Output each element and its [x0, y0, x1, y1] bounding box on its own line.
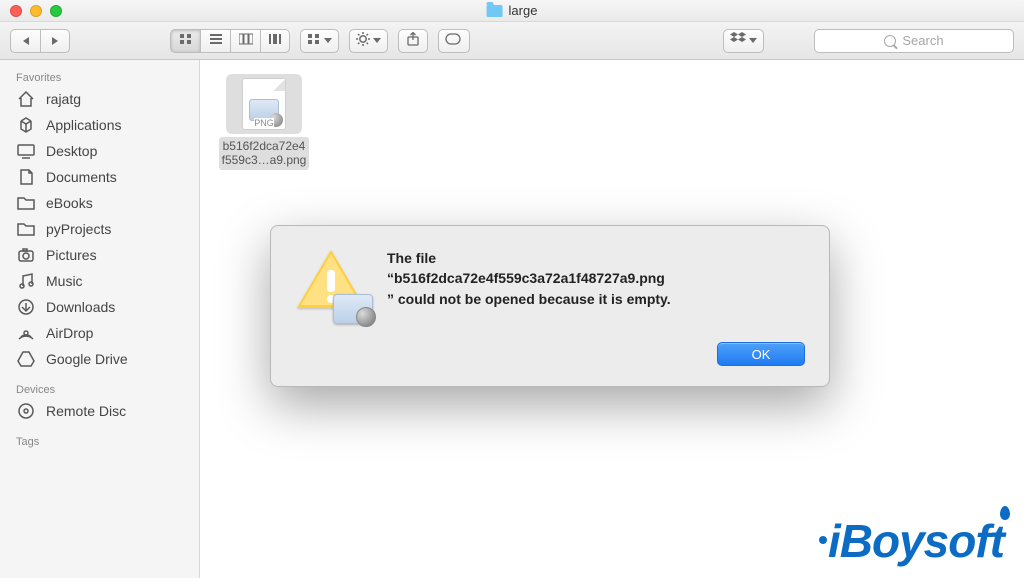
sidebar-item-remotedisc[interactable]: Remote Disc [0, 398, 199, 424]
sidebar-header-tags: Tags [0, 432, 199, 450]
applications-icon [16, 116, 36, 134]
file-name-line: b516f2dca72e4 [223, 139, 306, 153]
folder-icon [487, 5, 503, 17]
file-name: b516f2dca72e4 f559c3…a9.png [219, 137, 310, 170]
sidebar-item-downloads[interactable]: Downloads [0, 294, 199, 320]
nav-buttons [10, 29, 70, 53]
list-view-icon [209, 33, 223, 48]
window-title: large [487, 3, 538, 18]
sidebar-item-label: Google Drive [46, 351, 128, 367]
share-icon [406, 32, 420, 49]
desktop-icon [16, 142, 36, 160]
chevron-down-icon [749, 38, 757, 43]
search-icon [884, 35, 896, 47]
airdrop-icon [16, 324, 36, 342]
forward-button[interactable] [40, 29, 70, 53]
dropbox-icon [730, 32, 746, 49]
googledrive-icon [16, 350, 36, 368]
sidebar-item-documents[interactable]: Documents [0, 164, 199, 190]
gear-icon [356, 32, 370, 49]
file-ext-label: PNG [254, 118, 274, 129]
fullscreen-window-button[interactable] [50, 5, 62, 17]
column-view-icon [239, 33, 253, 48]
documents-icon [16, 168, 36, 186]
file-item[interactable]: PNG b516f2dca72e4 f559c3…a9.png [214, 74, 314, 170]
view-icon-button[interactable] [170, 29, 200, 53]
warning-icon [295, 248, 367, 320]
alert-line: ” could not be opened because it is empt… [387, 291, 671, 307]
search-placeholder: Search [902, 33, 943, 48]
sidebar-item-label: Applications [46, 117, 122, 133]
view-column-button[interactable] [230, 29, 260, 53]
alert-line: The file [387, 250, 436, 266]
sidebar-item-label: eBooks [46, 195, 93, 211]
ok-button[interactable]: OK [717, 342, 805, 366]
watermark-text: iBoyso [828, 514, 975, 568]
sidebar-item-googledrive[interactable]: Google Drive [0, 346, 199, 372]
traffic-lights [10, 5, 62, 17]
ok-button-label: OK [752, 347, 771, 362]
chevron-right-icon [52, 37, 58, 45]
folder-icon [16, 194, 36, 212]
alert-dialog: The file “b516f2dca72e4f559c3a72a1f48727… [270, 225, 830, 387]
alert-message: The file “b516f2dca72e4f559c3a72a1f48727… [387, 248, 671, 320]
watermark-logo: iBoyso ft [818, 514, 1004, 568]
file-thumbnail: PNG [226, 74, 302, 134]
chevron-down-icon [324, 38, 332, 43]
chevron-left-icon [23, 37, 29, 45]
back-button[interactable] [10, 29, 40, 53]
toolbar: Search [0, 22, 1024, 60]
dropbox-button[interactable] [723, 29, 764, 53]
preview-app-icon [333, 294, 373, 324]
watermark-text: ft [975, 514, 1004, 568]
search-field[interactable]: Search [814, 29, 1014, 53]
sidebar-item-airdrop[interactable]: AirDrop [0, 320, 199, 346]
sidebar-item-label: rajatg [46, 91, 81, 107]
arrange-button[interactable] [300, 29, 339, 53]
tag-icon [445, 33, 463, 48]
view-list-button[interactable] [200, 29, 230, 53]
share-button[interactable] [398, 29, 428, 53]
close-window-button[interactable] [10, 5, 22, 17]
title-bar: large [0, 0, 1024, 22]
music-icon [16, 272, 36, 290]
sidebar-item-ebooks[interactable]: eBooks [0, 190, 199, 216]
tags-button[interactable] [438, 29, 470, 53]
sidebar-item-label: pyProjects [46, 221, 111, 237]
view-coverflow-button[interactable] [260, 29, 290, 53]
sidebar-item-pictures[interactable]: Pictures [0, 242, 199, 268]
sidebar: Favorites rajatg Applications Desktop Do… [0, 60, 200, 578]
minimize-window-button[interactable] [30, 5, 42, 17]
view-mode-group [170, 29, 290, 53]
window-title-text: large [509, 3, 538, 18]
home-icon [16, 90, 36, 108]
sidebar-item-label: Pictures [46, 247, 97, 263]
action-button[interactable] [349, 29, 388, 53]
coverflow-view-icon [268, 33, 282, 48]
sidebar-item-pyprojects[interactable]: pyProjects [0, 216, 199, 242]
pictures-icon [16, 246, 36, 264]
arrange-icon [307, 33, 321, 48]
sidebar-header-favorites: Favorites [0, 68, 199, 86]
sidebar-item-label: Music [46, 273, 83, 289]
sidebar-item-applications[interactable]: Applications [0, 112, 199, 138]
sidebar-item-home[interactable]: rajatg [0, 86, 199, 112]
alert-line: “b516f2dca72e4f559c3a72a1f48727a9.png [387, 270, 665, 286]
png-file-icon: PNG [242, 78, 286, 130]
file-name-line: f559c3…a9.png [222, 153, 307, 167]
icon-view-icon [179, 33, 193, 48]
disc-icon [16, 402, 36, 420]
sidebar-item-desktop[interactable]: Desktop [0, 138, 199, 164]
sidebar-item-music[interactable]: Music [0, 268, 199, 294]
chevron-down-icon [373, 38, 381, 43]
folder-icon [16, 220, 36, 238]
sidebar-header-devices: Devices [0, 380, 199, 398]
sidebar-item-label: Downloads [46, 299, 115, 315]
sidebar-item-label: Remote Disc [46, 403, 126, 419]
sidebar-item-label: AirDrop [46, 325, 93, 341]
sidebar-item-label: Documents [46, 169, 117, 185]
downloads-icon [16, 298, 36, 316]
sidebar-item-label: Desktop [46, 143, 97, 159]
